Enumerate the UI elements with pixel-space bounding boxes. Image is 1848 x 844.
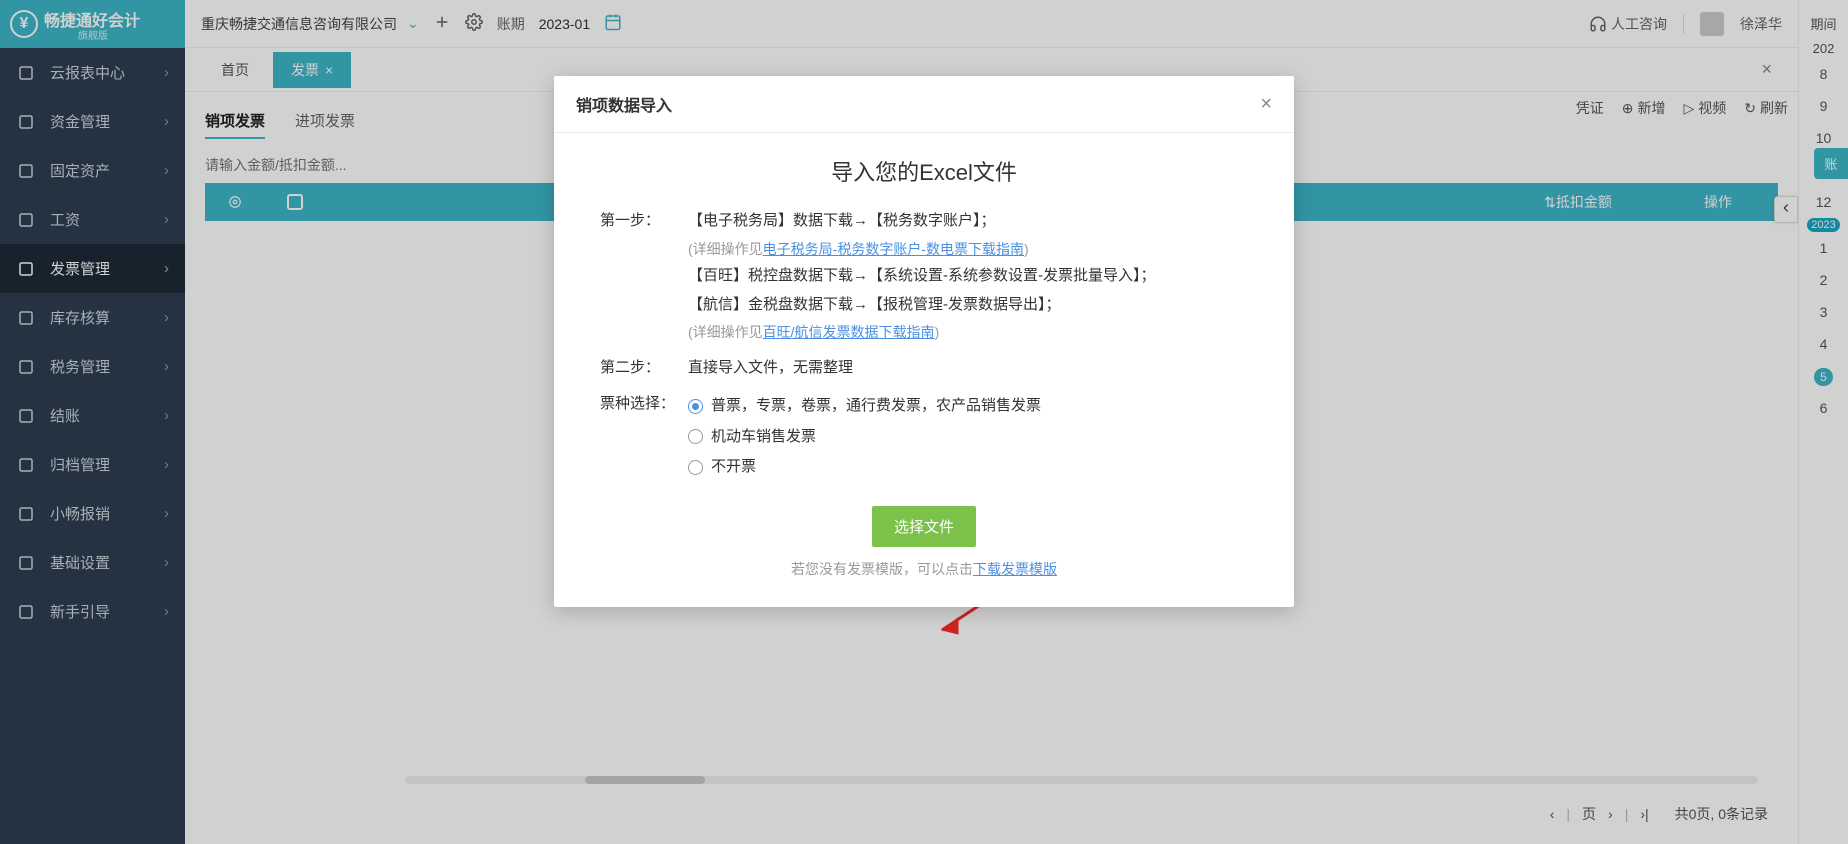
choose-file-button[interactable]: 选择文件 bbox=[872, 506, 976, 547]
step2-label: 第二步： bbox=[600, 354, 676, 383]
guide-link-2[interactable]: 百旺/航信发票数据下载指南 bbox=[763, 324, 935, 340]
radio-option-1[interactable]: 普票，专票，卷票，通行费发票，农产品销售发票 bbox=[688, 392, 1248, 421]
step1-line1: 【电子税务局】数据下载→【税务数字账户】； bbox=[688, 207, 1248, 236]
step1-line3: 【航信】金税盘数据下载→【报税管理-发票数据导出】； bbox=[688, 291, 1248, 320]
close-icon[interactable]: × bbox=[1260, 93, 1272, 116]
modal-title: 销项数据导入 bbox=[576, 92, 672, 116]
download-template-link[interactable]: 下载发票模版 bbox=[973, 561, 1057, 577]
import-modal: 销项数据导入 × 导入您的Excel文件 第一步： 【电子税务局】数据下载→【税… bbox=[554, 76, 1294, 607]
modal-heading: 导入您的Excel文件 bbox=[600, 155, 1248, 187]
modal-overlay: 销项数据导入 × 导入您的Excel文件 第一步： 【电子税务局】数据下载→【税… bbox=[0, 0, 1848, 844]
radio-icon bbox=[688, 460, 703, 475]
step1-line2: 【百旺】税控盘数据下载→【系统设置-系统参数设置-发票批量导入】； bbox=[688, 262, 1248, 291]
kind-label: 票种选择： bbox=[600, 390, 676, 484]
radio-option-3[interactable]: 不开票 bbox=[688, 453, 1248, 482]
radio-icon bbox=[688, 399, 703, 414]
guide-link-1[interactable]: 电子税务局-税务数字账户-数电票下载指南 bbox=[763, 241, 1024, 257]
step2-text: 直接导入文件，无需整理 bbox=[688, 354, 1248, 383]
radio-icon bbox=[688, 429, 703, 444]
radio-option-2[interactable]: 机动车销售发票 bbox=[688, 423, 1248, 452]
step1-label: 第一步： bbox=[600, 207, 676, 346]
